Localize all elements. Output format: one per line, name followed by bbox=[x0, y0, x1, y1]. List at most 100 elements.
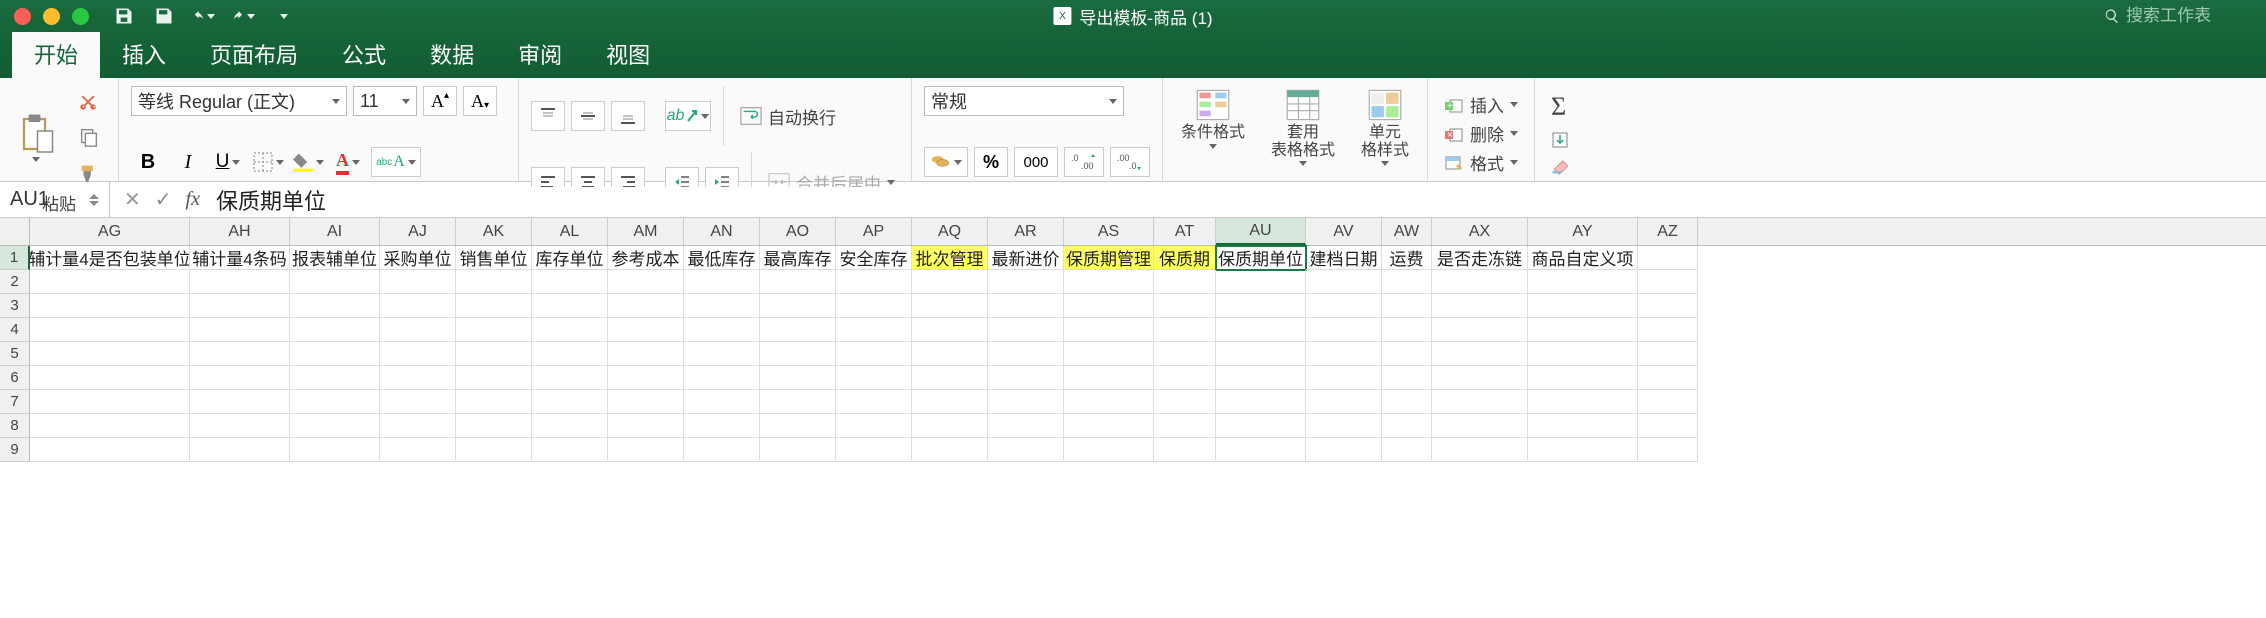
tab-视图[interactable]: 视图 bbox=[584, 28, 672, 78]
cell[interactable] bbox=[1154, 438, 1216, 462]
cell[interactable] bbox=[1064, 414, 1154, 438]
cell[interactable] bbox=[760, 294, 836, 318]
cell[interactable] bbox=[1382, 294, 1432, 318]
cell[interactable] bbox=[290, 342, 380, 366]
undo-icon[interactable] bbox=[193, 5, 215, 27]
cell[interactable] bbox=[30, 342, 190, 366]
cell[interactable] bbox=[190, 390, 290, 414]
tab-页面布局[interactable]: 页面布局 bbox=[188, 28, 320, 78]
cell[interactable]: 采购单位 bbox=[380, 246, 456, 270]
cell[interactable] bbox=[608, 318, 684, 342]
cell[interactable] bbox=[456, 438, 532, 462]
cell[interactable] bbox=[1064, 270, 1154, 294]
cell[interactable] bbox=[608, 342, 684, 366]
cell[interactable] bbox=[1064, 366, 1154, 390]
search-box[interactable] bbox=[2104, 6, 2256, 26]
cell[interactable] bbox=[988, 438, 1064, 462]
customize-qat-icon[interactable] bbox=[273, 5, 295, 27]
cell[interactable] bbox=[1432, 318, 1528, 342]
cell[interactable] bbox=[1154, 390, 1216, 414]
cell[interactable]: 最低库存 bbox=[684, 246, 760, 270]
cell[interactable] bbox=[380, 318, 456, 342]
paste-button[interactable] bbox=[12, 111, 60, 164]
column-header[interactable]: AP bbox=[836, 218, 912, 245]
cell[interactable] bbox=[1306, 438, 1382, 462]
cell[interactable] bbox=[456, 414, 532, 438]
cell[interactable] bbox=[1638, 246, 1698, 270]
cell[interactable] bbox=[836, 342, 912, 366]
cell[interactable] bbox=[760, 318, 836, 342]
cell[interactable] bbox=[1528, 366, 1638, 390]
cell[interactable]: 报表辅单位 bbox=[290, 246, 380, 270]
cell[interactable] bbox=[30, 414, 190, 438]
cell[interactable]: 最新进价 bbox=[988, 246, 1064, 270]
cell[interactable] bbox=[1528, 294, 1638, 318]
conditional-format-button[interactable]: 条件格式 bbox=[1175, 86, 1251, 151]
cell[interactable] bbox=[1638, 294, 1698, 318]
cell[interactable]: 辅计量4是否包装单位 bbox=[30, 246, 190, 270]
increase-decimal-icon[interactable]: .0.00 bbox=[1064, 147, 1104, 177]
decrease-font-icon[interactable]: A▾ bbox=[463, 86, 497, 116]
column-header[interactable]: AO bbox=[760, 218, 836, 245]
cell[interactable] bbox=[190, 438, 290, 462]
cell[interactable] bbox=[380, 270, 456, 294]
cell[interactable] bbox=[608, 366, 684, 390]
cell[interactable] bbox=[608, 390, 684, 414]
cell[interactable] bbox=[1064, 438, 1154, 462]
cell[interactable] bbox=[290, 390, 380, 414]
select-all-corner[interactable] bbox=[0, 218, 30, 246]
cell[interactable] bbox=[912, 270, 988, 294]
border-button[interactable] bbox=[251, 147, 285, 177]
cell[interactable] bbox=[1216, 342, 1306, 366]
column-header[interactable]: AX bbox=[1432, 218, 1528, 245]
cell[interactable] bbox=[1382, 414, 1432, 438]
column-header[interactable]: AN bbox=[684, 218, 760, 245]
cell[interactable]: 销售单位 bbox=[456, 246, 532, 270]
cell[interactable]: 建档日期 bbox=[1306, 246, 1382, 270]
delete-cells-button[interactable]: ×删除 bbox=[1440, 119, 1522, 148]
cell[interactable] bbox=[988, 270, 1064, 294]
spreadsheet-grid[interactable]: AGAHAIAJAKALAMANAOAPAQARASATAUAVAWAXAYAZ… bbox=[0, 218, 2266, 462]
accept-formula-icon[interactable]: ✓ bbox=[155, 187, 172, 212]
column-header[interactable]: AQ bbox=[912, 218, 988, 245]
cell[interactable] bbox=[1638, 270, 1698, 294]
cell[interactable] bbox=[1154, 294, 1216, 318]
column-header[interactable]: AU bbox=[1216, 218, 1306, 245]
cell[interactable] bbox=[988, 414, 1064, 438]
column-header[interactable]: AH bbox=[190, 218, 290, 245]
decrease-decimal-icon[interactable]: .00.0 bbox=[1110, 147, 1150, 177]
phonetic-button[interactable]: abcA bbox=[371, 147, 421, 177]
cell[interactable] bbox=[1064, 390, 1154, 414]
cell[interactable] bbox=[1306, 294, 1382, 318]
column-header[interactable]: AK bbox=[456, 218, 532, 245]
cell[interactable]: 最高库存 bbox=[760, 246, 836, 270]
cell[interactable] bbox=[1306, 390, 1382, 414]
cell[interactable] bbox=[760, 390, 836, 414]
cell[interactable] bbox=[1432, 366, 1528, 390]
italic-button[interactable]: I bbox=[171, 147, 205, 177]
cell[interactable] bbox=[684, 270, 760, 294]
cell[interactable] bbox=[1432, 390, 1528, 414]
cell[interactable] bbox=[1306, 318, 1382, 342]
cell[interactable] bbox=[988, 390, 1064, 414]
cell[interactable] bbox=[1216, 294, 1306, 318]
column-header[interactable]: AZ bbox=[1638, 218, 1698, 245]
cell[interactable] bbox=[912, 366, 988, 390]
cell[interactable] bbox=[1216, 390, 1306, 414]
cell[interactable] bbox=[1528, 390, 1638, 414]
orientation-icon[interactable]: ab bbox=[665, 101, 711, 131]
cell[interactable] bbox=[760, 438, 836, 462]
column-header[interactable]: AI bbox=[290, 218, 380, 245]
cell[interactable] bbox=[608, 294, 684, 318]
cell[interactable] bbox=[684, 438, 760, 462]
cell[interactable] bbox=[1382, 342, 1432, 366]
column-header[interactable]: AT bbox=[1154, 218, 1216, 245]
cell[interactable] bbox=[836, 366, 912, 390]
cell[interactable] bbox=[1382, 390, 1432, 414]
tab-开始[interactable]: 开始 bbox=[12, 28, 100, 78]
number-format-dropdown[interactable]: 常规 bbox=[924, 86, 1124, 116]
fx-icon[interactable]: fx bbox=[186, 188, 200, 211]
cell[interactable] bbox=[380, 414, 456, 438]
cell[interactable] bbox=[760, 270, 836, 294]
font-name-dropdown[interactable]: 等线 Regular (正文) bbox=[131, 86, 347, 116]
